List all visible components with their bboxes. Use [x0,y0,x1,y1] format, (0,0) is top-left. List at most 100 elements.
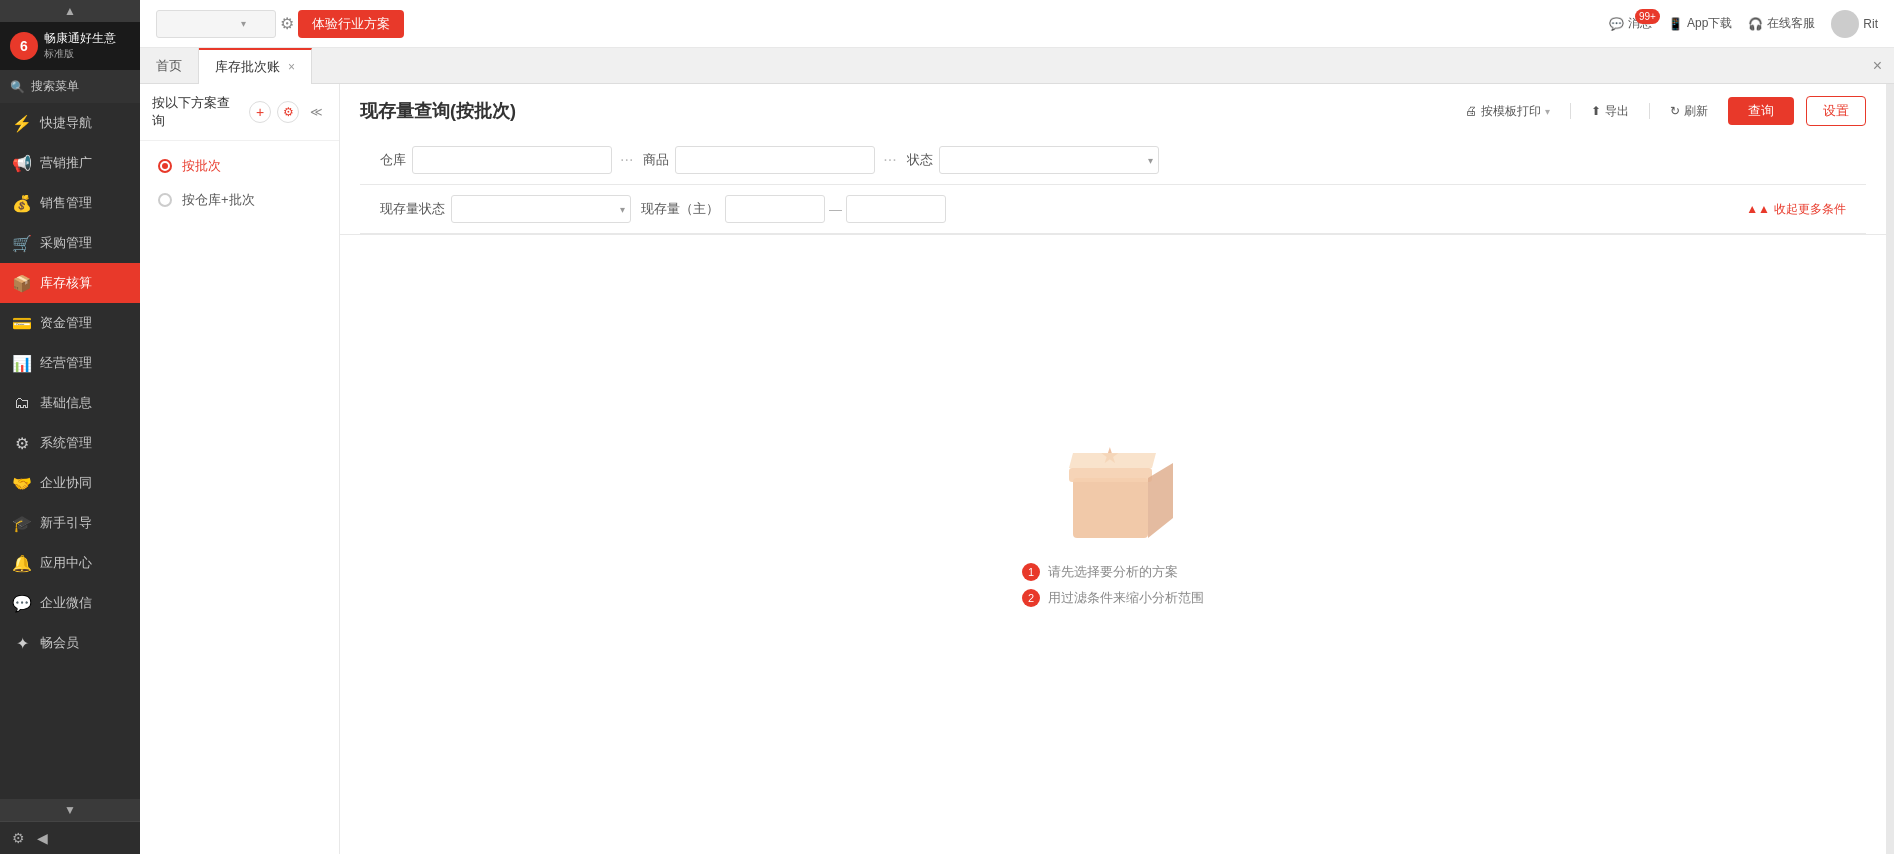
stock-qty-max-input[interactable] [846,195,946,223]
sidebar-item-资金管理[interactable]: 💳 资金管理 [0,303,140,343]
right-scrollbar[interactable] [1886,84,1894,854]
search-icon: 🔍 [10,80,25,94]
sidebar-header: 6 畅康通好生意 标准版 [0,22,140,70]
topbar-breadcrumb: ▾ ⚙ 体验行业方案 [156,10,1599,38]
page-header-actions: 🖨 按模板打印 ▾ ⬆ 导出 ↻ 刷新 [1457,96,1866,126]
collapse-label: 收起更多条件 [1774,201,1846,218]
app-logo: 6 [10,32,38,60]
goods-input[interactable] [675,146,875,174]
user-area[interactable]: Rit [1831,10,1878,38]
online-service-label: 在线客服 [1767,15,1815,32]
settings-icon[interactable]: ⚙ [12,830,25,846]
add-scheme-button[interactable]: + [249,101,271,123]
stock-status-select-wrapper [451,195,631,223]
sidebar-item-应用中心[interactable]: 🔔 应用中心 [0,543,140,583]
topbar-search-area[interactable]: ▾ [156,10,276,38]
hint-text-2: 用过滤条件来缩小分析范围 [1048,589,1204,607]
warehouse-input[interactable] [412,146,612,174]
sidebar-icon-企业微信: 💬 [12,593,32,613]
sidebar-icon-新手引导: 🎓 [12,513,32,533]
sidebar-label-新手引导: 新手引导 [40,514,92,532]
gear-scheme-button[interactable]: ⚙ [277,101,299,123]
sidebar-label-畅会员: 畅会员 [40,634,79,652]
sidebar-item-畅会员[interactable]: ✦ 畅会员 [0,623,140,663]
sidebar-icon-应用中心: 🔔 [12,553,32,573]
query-button[interactable]: 查询 [1728,97,1794,125]
sidebar-item-企业协同[interactable]: 🤝 企业协同 [0,463,140,503]
topbar-dropdown-icon: ▾ [241,18,246,29]
sidebar-label-资金管理: 资金管理 [40,314,92,332]
sidebar-label-基础信息: 基础信息 [40,394,92,412]
sidebar-item-快捷导航[interactable]: ⚡ 快捷导航 [0,103,140,143]
sidebar-label-销售管理: 销售管理 [40,194,92,212]
stock-qty-range: — [725,195,946,223]
collapse-scheme-button[interactable]: ≪ [305,101,327,123]
sidebar-item-企业微信[interactable]: 💬 企业微信 [0,583,140,623]
print-button[interactable]: 🖨 按模板打印 ▾ [1457,99,1558,124]
tab-panel-close-icon[interactable]: × [1861,57,1894,75]
filter-panel-title: 按以下方案查询 [152,94,241,130]
stock-status-select[interactable] [451,195,631,223]
radio-filled-icon [158,159,172,173]
sidebar-item-采购管理[interactable]: 🛒 采购管理 [0,223,140,263]
empty-svg: ★ [1053,423,1183,553]
tab-inventory-batch[interactable]: 库存批次账 × [199,48,312,84]
refresh-icon: ↻ [1670,104,1680,118]
empty-state: ★ 1 请先选择要分析的方案 2 用过滤条件来缩小分析范围 [340,235,1886,854]
search-menu[interactable]: 🔍 搜索菜单 [0,70,140,103]
user-avatar [1831,10,1859,38]
sidebar-item-系统管理[interactable]: ⚙ 系统管理 [0,423,140,463]
stock-qty-min-input[interactable] [725,195,825,223]
scheme-radio-按批次 [156,157,174,175]
sidebar-icon-快捷导航: ⚡ [12,113,32,133]
export-label: 导出 [1605,103,1629,120]
sidebar-label-应用中心: 应用中心 [40,554,92,572]
sidebar-label-经营管理: 经营管理 [40,354,92,372]
stock-status-field: 现存量状态 [380,195,631,223]
service-icon: 🎧 [1748,17,1763,31]
goods-field: 商品 ··· [643,146,896,174]
tab-close-icon[interactable]: × [288,60,295,74]
online-service-button[interactable]: 🎧 在线客服 [1748,15,1815,32]
sidebar-item-新手引导[interactable]: 🎓 新手引导 [0,503,140,543]
sidebar-icon-库存核算: 📦 [12,273,32,293]
stock-status-label: 现存量状态 [380,200,445,218]
scheme-label-按批次: 按批次 [182,157,221,175]
filter-panel-icons: + ⚙ ≪ [249,101,327,123]
sidebar-item-基础信息[interactable]: 🗂 基础信息 [0,383,140,423]
refresh-button[interactable]: ↻ 刷新 [1662,99,1716,124]
svg-marker-4 [1069,453,1156,468]
settings-page-button[interactable]: 设置 [1806,96,1866,126]
sidebar-icon-采购管理: 🛒 [12,233,32,253]
sidebar-icon-企业协同: 🤝 [12,473,32,493]
page-header: 现存量查询(按批次) 🖨 按模板打印 ▾ ⬆ 导出 [340,84,1886,235]
sidebar-item-销售管理[interactable]: 💰 销售管理 [0,183,140,223]
sidebar-label-系统管理: 系统管理 [40,434,92,452]
trial-button[interactable]: 体验行业方案 [298,10,404,38]
user-name: Rit [1863,17,1878,31]
sidebar-label-采购管理: 采购管理 [40,234,92,252]
collapse-sidebar-icon[interactable]: ◀ [37,830,48,846]
goods-dots[interactable]: ··· [883,151,896,169]
sidebar-scroll-down[interactable]: ▼ [0,799,140,821]
collapse-more-button[interactable]: ▲▲ 收起更多条件 [1746,201,1846,218]
sidebar-item-经营管理[interactable]: 📊 经营管理 [0,343,140,383]
empty-hint-1: 1 请先选择要分析的方案 [1022,563,1204,581]
sidebar-bottom: ⚙ ◀ [0,821,140,854]
tab-inventory-batch-label: 库存批次账 [215,58,280,76]
scheme-item-按仓库批次[interactable]: 按仓库+批次 [140,183,339,217]
topbar-gear-icon[interactable]: ⚙ [280,14,294,33]
sidebar-item-营销推广[interactable]: 📢 营销推广 [0,143,140,183]
message-button[interactable]: 💬 消息 99+ [1609,15,1652,32]
collapse-up-icon: ▲▲ [1746,202,1770,216]
hint-text-1: 请先选择要分析的方案 [1048,563,1178,581]
status-select[interactable] [939,146,1159,174]
scheme-item-按批次[interactable]: 按批次 [140,149,339,183]
sidebar-icon-系统管理: ⚙ [12,433,32,453]
warehouse-dots[interactable]: ··· [620,151,633,169]
app-download-button[interactable]: 📱 App下载 [1668,15,1732,32]
export-button[interactable]: ⬆ 导出 [1583,99,1637,124]
tab-home[interactable]: 首页 [140,48,199,84]
sidebar-scroll-up[interactable]: ▲ [0,0,140,22]
sidebar-item-库存核算[interactable]: 📦 库存核算 [0,263,140,303]
